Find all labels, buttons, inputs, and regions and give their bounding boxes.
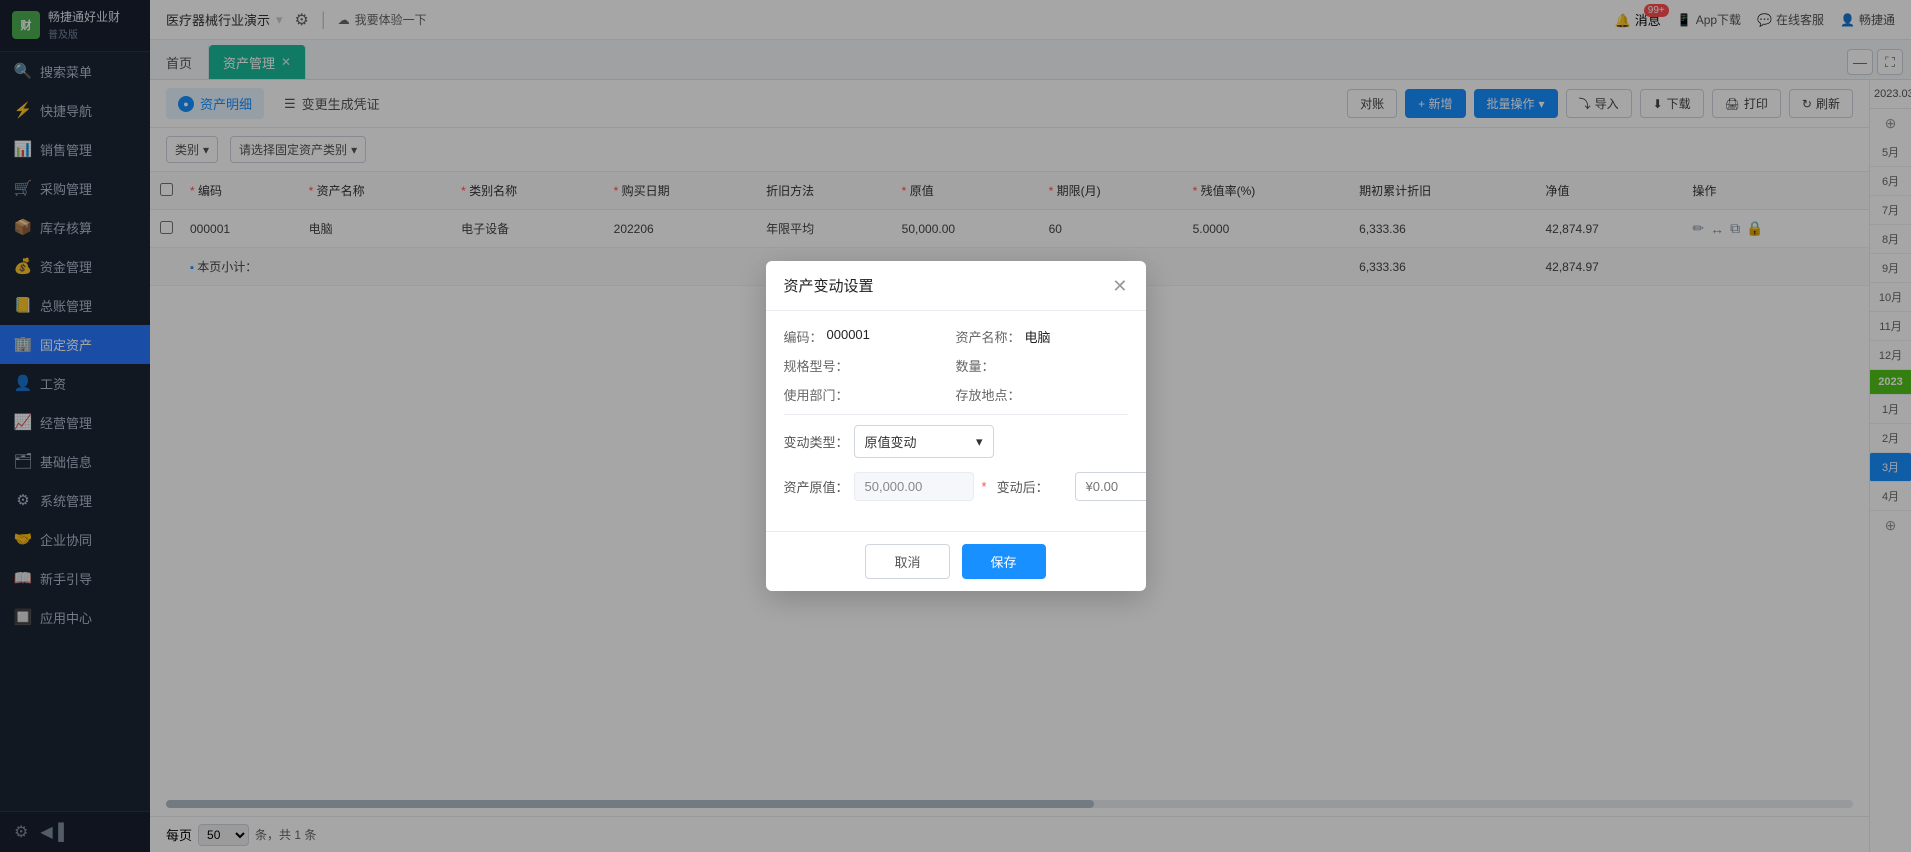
modal-asset-name-cell: 资产名称： 电脑 xyxy=(956,327,1128,346)
modal-body: 编码： 000001 资产名称： 电脑 规格型号： 数量： xyxy=(766,311,1146,531)
modal-code-cell: 编码： 000001 xyxy=(784,327,956,346)
change-type-chevron-icon: ▾ xyxy=(976,434,983,450)
modal-code-value: 000001 xyxy=(827,327,870,346)
modal-original-value-input xyxy=(854,472,974,501)
modal-quantity-cell: 数量： xyxy=(956,356,1128,375)
modal-change-type-row: 变动类型： 原值变动 ▾ xyxy=(784,425,1128,458)
modal-change-type-label: 变动类型： xyxy=(784,432,854,451)
modal-save-btn[interactable]: 保存 xyxy=(962,544,1046,579)
modal-info-row3: 使用部门： 存放地点： xyxy=(784,385,1128,404)
modal-divider xyxy=(784,414,1128,415)
modal-header: 资产变动设置 ✕ xyxy=(766,261,1146,311)
asset-change-modal: 资产变动设置 ✕ 编码： 000001 资产名称： 电脑 规格型号： xyxy=(766,261,1146,591)
modal-original-value-label: 资产原值： xyxy=(784,477,854,496)
modal-spec-label: 规格型号： xyxy=(784,356,849,375)
modal-close-btn[interactable]: ✕ xyxy=(1112,277,1127,295)
modal-asset-name-value: 电脑 xyxy=(1025,327,1051,346)
modal-storage-label: 存放地点： xyxy=(956,385,1021,404)
modal-overlay: 资产变动设置 ✕ 编码： 000001 资产名称： 电脑 规格型号： xyxy=(0,0,1911,852)
modal-original-value-row: 资产原值： * 变动后： xyxy=(784,472,1128,501)
modal-info-row1: 编码： 000001 资产名称： 电脑 xyxy=(784,327,1128,346)
modal-original-value-field: * 变动后： xyxy=(854,472,1146,501)
modal-storage-cell: 存放地点： xyxy=(956,385,1128,404)
modal-footer: 取消 保存 xyxy=(766,531,1146,591)
modal-after-change-input[interactable] xyxy=(1075,472,1146,501)
modal-code-label: 编码： xyxy=(784,327,823,346)
modal-quantity-label: 数量： xyxy=(956,356,995,375)
modal-cancel-btn[interactable]: 取消 xyxy=(865,544,949,579)
modal-spec-cell: 规格型号： xyxy=(784,356,956,375)
modal-asset-name-label: 资产名称： xyxy=(956,327,1021,346)
modal-info-row2: 规格型号： 数量： xyxy=(784,356,1128,375)
modal-title: 资产变动设置 xyxy=(784,275,874,296)
required-star: * xyxy=(982,479,987,494)
modal-after-change-label: 变动后： xyxy=(997,477,1067,496)
modal-department-cell: 使用部门： xyxy=(784,385,956,404)
modal-change-type-field: 原值变动 ▾ xyxy=(854,425,1128,458)
modal-change-type-select[interactable]: 原值变动 ▾ xyxy=(854,425,994,458)
modal-department-label: 使用部门： xyxy=(784,385,849,404)
modal-change-type-value: 原值变动 xyxy=(865,432,917,451)
